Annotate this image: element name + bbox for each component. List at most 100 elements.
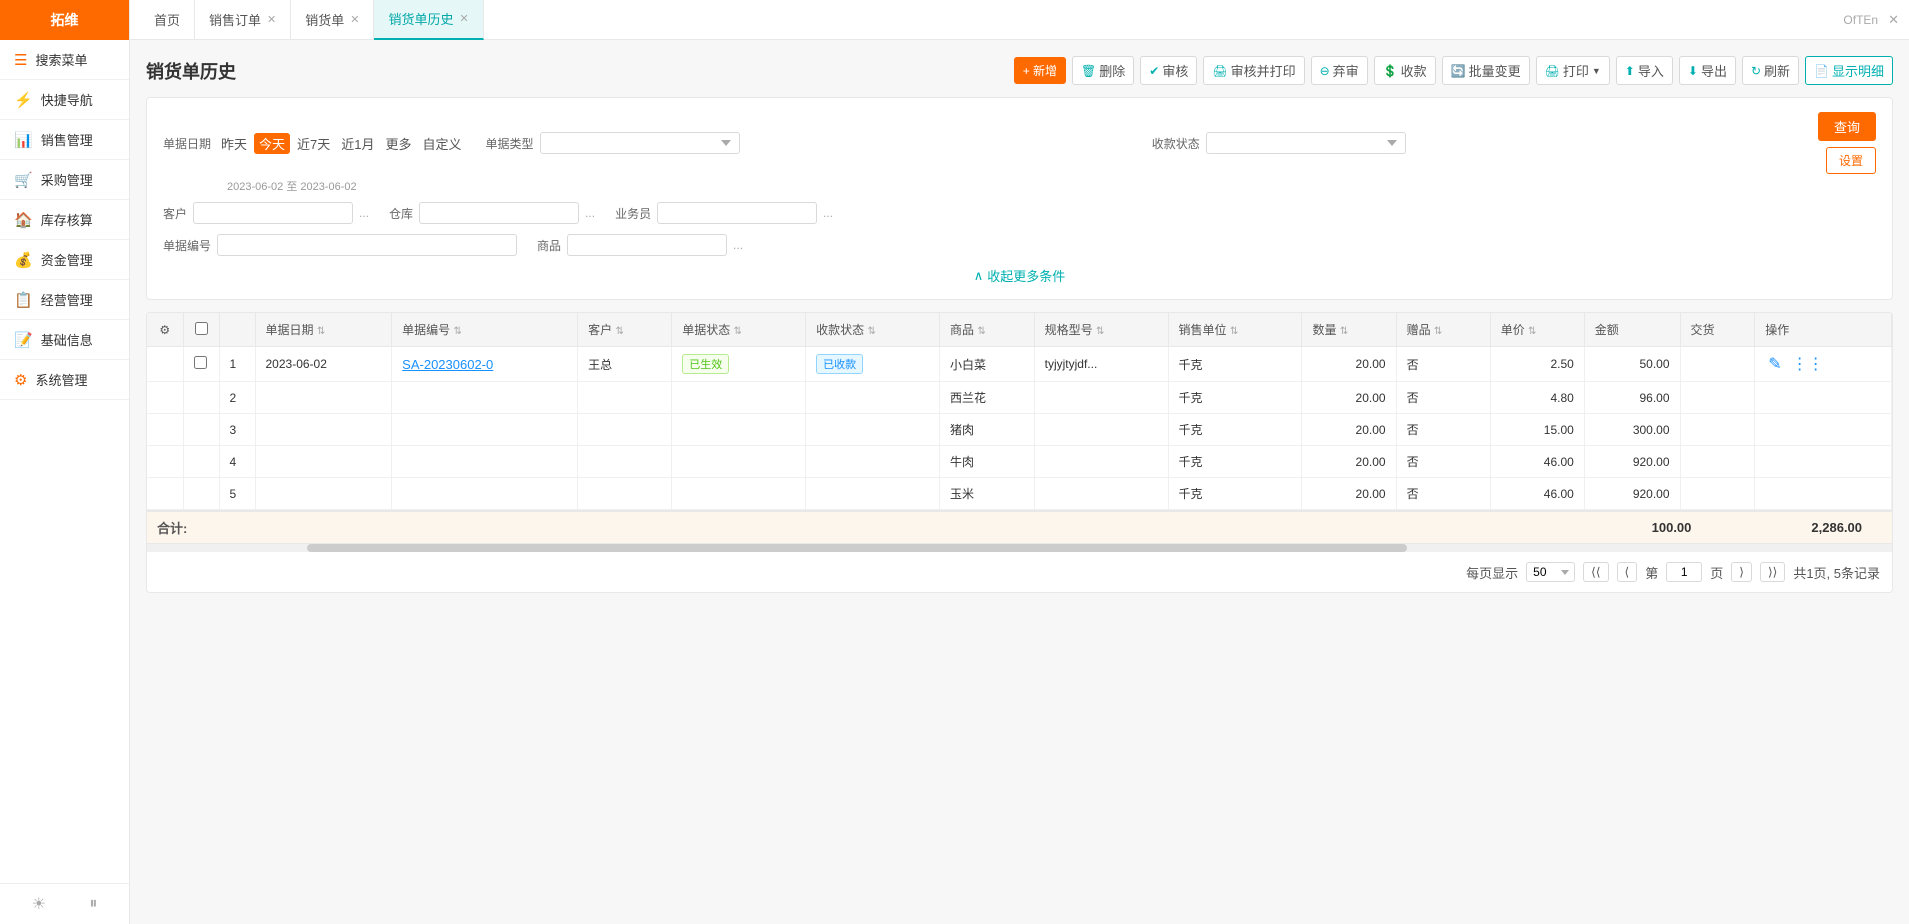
sales-mgmt-icon: 📊 <box>14 131 33 149</box>
sidebar: 拓维 ☰ 搜索菜单 ⚡ 快捷导航 📊 销售管理 🛒 采购管理 🏠 库存核算 💰 … <box>0 0 130 924</box>
query-button[interactable]: 查询 <box>1818 112 1876 141</box>
batch-change-button[interactable]: 🔄 批量变更 <box>1442 56 1530 85</box>
date-tag-today[interactable]: 今天 <box>254 133 290 154</box>
warehouse-picker-btn[interactable]: ... <box>585 206 595 220</box>
salesperson-picker-btn[interactable]: ... <box>823 206 833 220</box>
th-customer[interactable]: 客户 ⇅ <box>578 313 672 347</box>
tab-home[interactable]: 首页 <box>140 0 195 40</box>
goods-label: 商品 <box>537 237 561 254</box>
edit-btn[interactable]: ✎ <box>1765 354 1784 374</box>
print-button[interactable]: 🖨 打印 ▼ <box>1536 56 1610 85</box>
export-button[interactable]: ⬇ 导出 <box>1679 56 1736 85</box>
tab-sales-order[interactable]: 销售订单 ✕ <box>195 0 291 40</box>
collapse-link[interactable]: ∧ 收起更多条件 <box>163 266 1876 285</box>
th-unit[interactable]: 销售单位 ⇅ <box>1168 313 1302 347</box>
first-page-button[interactable]: ⟨⟨ <box>1583 562 1608 582</box>
print-icon: 🖨 <box>1545 64 1560 78</box>
cell-unit: 千克 <box>1168 382 1302 414</box>
abandon-button[interactable]: ⊖ 弃审 <box>1311 56 1368 85</box>
sidebar-item-search-menu[interactable]: ☰ 搜索菜单 <box>0 40 129 80</box>
filter-panel: 单据日期 昨天 今天 近7天 近1月 更多 自定义 单据类型 <box>146 97 1893 300</box>
delete-button[interactable]: 🗑 删除 <box>1072 56 1134 85</box>
salesperson-label: 业务员 <box>615 205 651 222</box>
tab-sales-history-close[interactable]: ✕ <box>460 12 469 25</box>
sidebar-item-inventory[interactable]: 🏠 库存核算 <box>0 200 129 240</box>
th-doc-no[interactable]: 单据编号 ⇅ <box>392 313 578 347</box>
last-page-button[interactable]: ⟩⟩ <box>1760 562 1785 582</box>
th-price[interactable]: 单价 ⇅ <box>1490 313 1584 347</box>
date-tag-yesterday[interactable]: 昨天 <box>217 133 251 154</box>
goods-input[interactable] <box>567 234 727 256</box>
sidebar-item-sys-mgmt[interactable]: ⚙ 系统管理 <box>0 360 129 400</box>
sidebar-item-sales-mgmt[interactable]: 📊 销售管理 <box>0 120 129 160</box>
th-spec[interactable]: 规格型号 ⇅ <box>1034 313 1168 347</box>
date-tag-1month[interactable]: 近1月 <box>337 133 378 154</box>
refresh-button[interactable]: ↻ 刷新 <box>1742 56 1799 85</box>
data-table: ⚙ 单据日期 ⇅ 单据编号 ⇅ 客户 ⇅ 单据状态 ⇅ 收款状态 ⇅ 商品 ⇅ … <box>147 313 1892 510</box>
date-tag-custom[interactable]: 自定义 <box>419 133 466 154</box>
tab-sales-goods-close[interactable]: ✕ <box>350 13 359 26</box>
row-checkbox[interactable] <box>194 356 207 369</box>
horizontal-scrollbar[interactable] <box>147 543 1892 551</box>
data-table-wrapper: ⚙ 单据日期 ⇅ 单据编号 ⇅ 客户 ⇅ 单据状态 ⇅ 收款状态 ⇅ 商品 ⇅ … <box>146 312 1893 593</box>
doc-type-select[interactable] <box>540 132 740 154</box>
cell-check[interactable] <box>183 347 219 382</box>
th-check[interactable] <box>183 313 219 347</box>
import-button[interactable]: ⬆ 导入 <box>1616 56 1673 85</box>
sidebar-item-quick-nav[interactable]: ⚡ 快捷导航 <box>0 80 129 120</box>
scrollbar-thumb[interactable] <box>307 544 1407 552</box>
tab-sales-history[interactable]: 销货单历史 ✕ <box>374 0 483 40</box>
th-gift[interactable]: 赠品 ⇅ <box>1396 313 1490 347</box>
new-button[interactable]: + 新增 <box>1014 57 1066 84</box>
cell-customer <box>578 446 672 478</box>
date-tag-more[interactable]: 更多 <box>382 133 416 154</box>
collect-button[interactable]: 💲 收款 <box>1374 56 1436 85</box>
sidebar-item-finance-mgmt[interactable]: 💰 资金管理 <box>0 240 129 280</box>
customer-picker-btn[interactable]: ... <box>359 206 369 220</box>
select-all-checkbox[interactable] <box>195 322 208 335</box>
cell-check[interactable] <box>183 478 219 510</box>
doc-no-link[interactable]: SA-20230602-0 <box>402 357 493 372</box>
collect-status-select[interactable] <box>1206 132 1406 154</box>
goods-picker-btn[interactable]: ... <box>733 238 743 252</box>
th-doc-date[interactable]: 单据日期 ⇅ <box>255 313 392 347</box>
th-gear[interactable]: ⚙ <box>147 313 183 347</box>
sidebar-item-basic-info[interactable]: 📝 基础信息 <box>0 320 129 360</box>
tab-sales-order-close[interactable]: ✕ <box>267 13 276 26</box>
th-collect-status[interactable]: 收款状态 ⇅ <box>806 313 940 347</box>
th-doc-status[interactable]: 单据状态 ⇅ <box>672 313 806 347</box>
more-btn[interactable]: ⋮⋮ <box>1789 354 1827 374</box>
next-page-button[interactable]: ⟩ <box>1731 562 1752 582</box>
table-row: 5 玉米 千克 20.00 否 46.00 920.00 <box>147 478 1892 510</box>
refresh-icon: ↻ <box>1751 64 1761 78</box>
salesperson-input[interactable] <box>657 202 817 224</box>
tab-sales-history-label: 销货单历史 <box>388 9 453 28</box>
cell-collect-status <box>806 446 940 478</box>
sidebar-item-purchase-mgmt[interactable]: 🛒 采购管理 <box>0 160 129 200</box>
review-print-button[interactable]: 🖨 审核并打印 <box>1203 56 1304 85</box>
set-button[interactable]: 设置 <box>1826 147 1876 174</box>
cell-check[interactable] <box>183 446 219 478</box>
cell-delivery <box>1680 446 1755 478</box>
topbar-close-btn[interactable]: ✕ <box>1888 12 1899 28</box>
cell-amount: 920.00 <box>1584 446 1680 478</box>
theme-icon[interactable]: ☀ <box>32 894 46 914</box>
pause-icon[interactable]: ⏸ <box>89 895 97 913</box>
th-goods[interactable]: 商品 ⇅ <box>940 313 1035 347</box>
cell-check[interactable] <box>183 382 219 414</box>
th-qty[interactable]: 数量 ⇅ <box>1302 313 1396 347</box>
collect-status-filter-group: 收款状态 <box>1152 132 1798 154</box>
customer-input[interactable] <box>193 202 353 224</box>
warehouse-input[interactable] <box>419 202 579 224</box>
date-tag-7days[interactable]: 近7天 <box>293 133 334 154</box>
doc-no-input[interactable] <box>217 234 517 256</box>
page-number-input[interactable] <box>1666 562 1702 582</box>
show-detail-button[interactable]: 📄 显示明细 <box>1805 56 1893 85</box>
sidebar-item-ops-mgmt[interactable]: 📋 经营管理 <box>0 280 129 320</box>
per-page-select[interactable]: 50 100 <box>1526 562 1575 582</box>
tab-sales-goods[interactable]: 销货单 ✕ <box>291 0 374 40</box>
cell-check[interactable] <box>183 414 219 446</box>
review-button[interactable]: ✔ 审核 <box>1140 56 1197 85</box>
cell-amount: 920.00 <box>1584 478 1680 510</box>
prev-page-button[interactable]: ⟨ <box>1617 562 1638 582</box>
